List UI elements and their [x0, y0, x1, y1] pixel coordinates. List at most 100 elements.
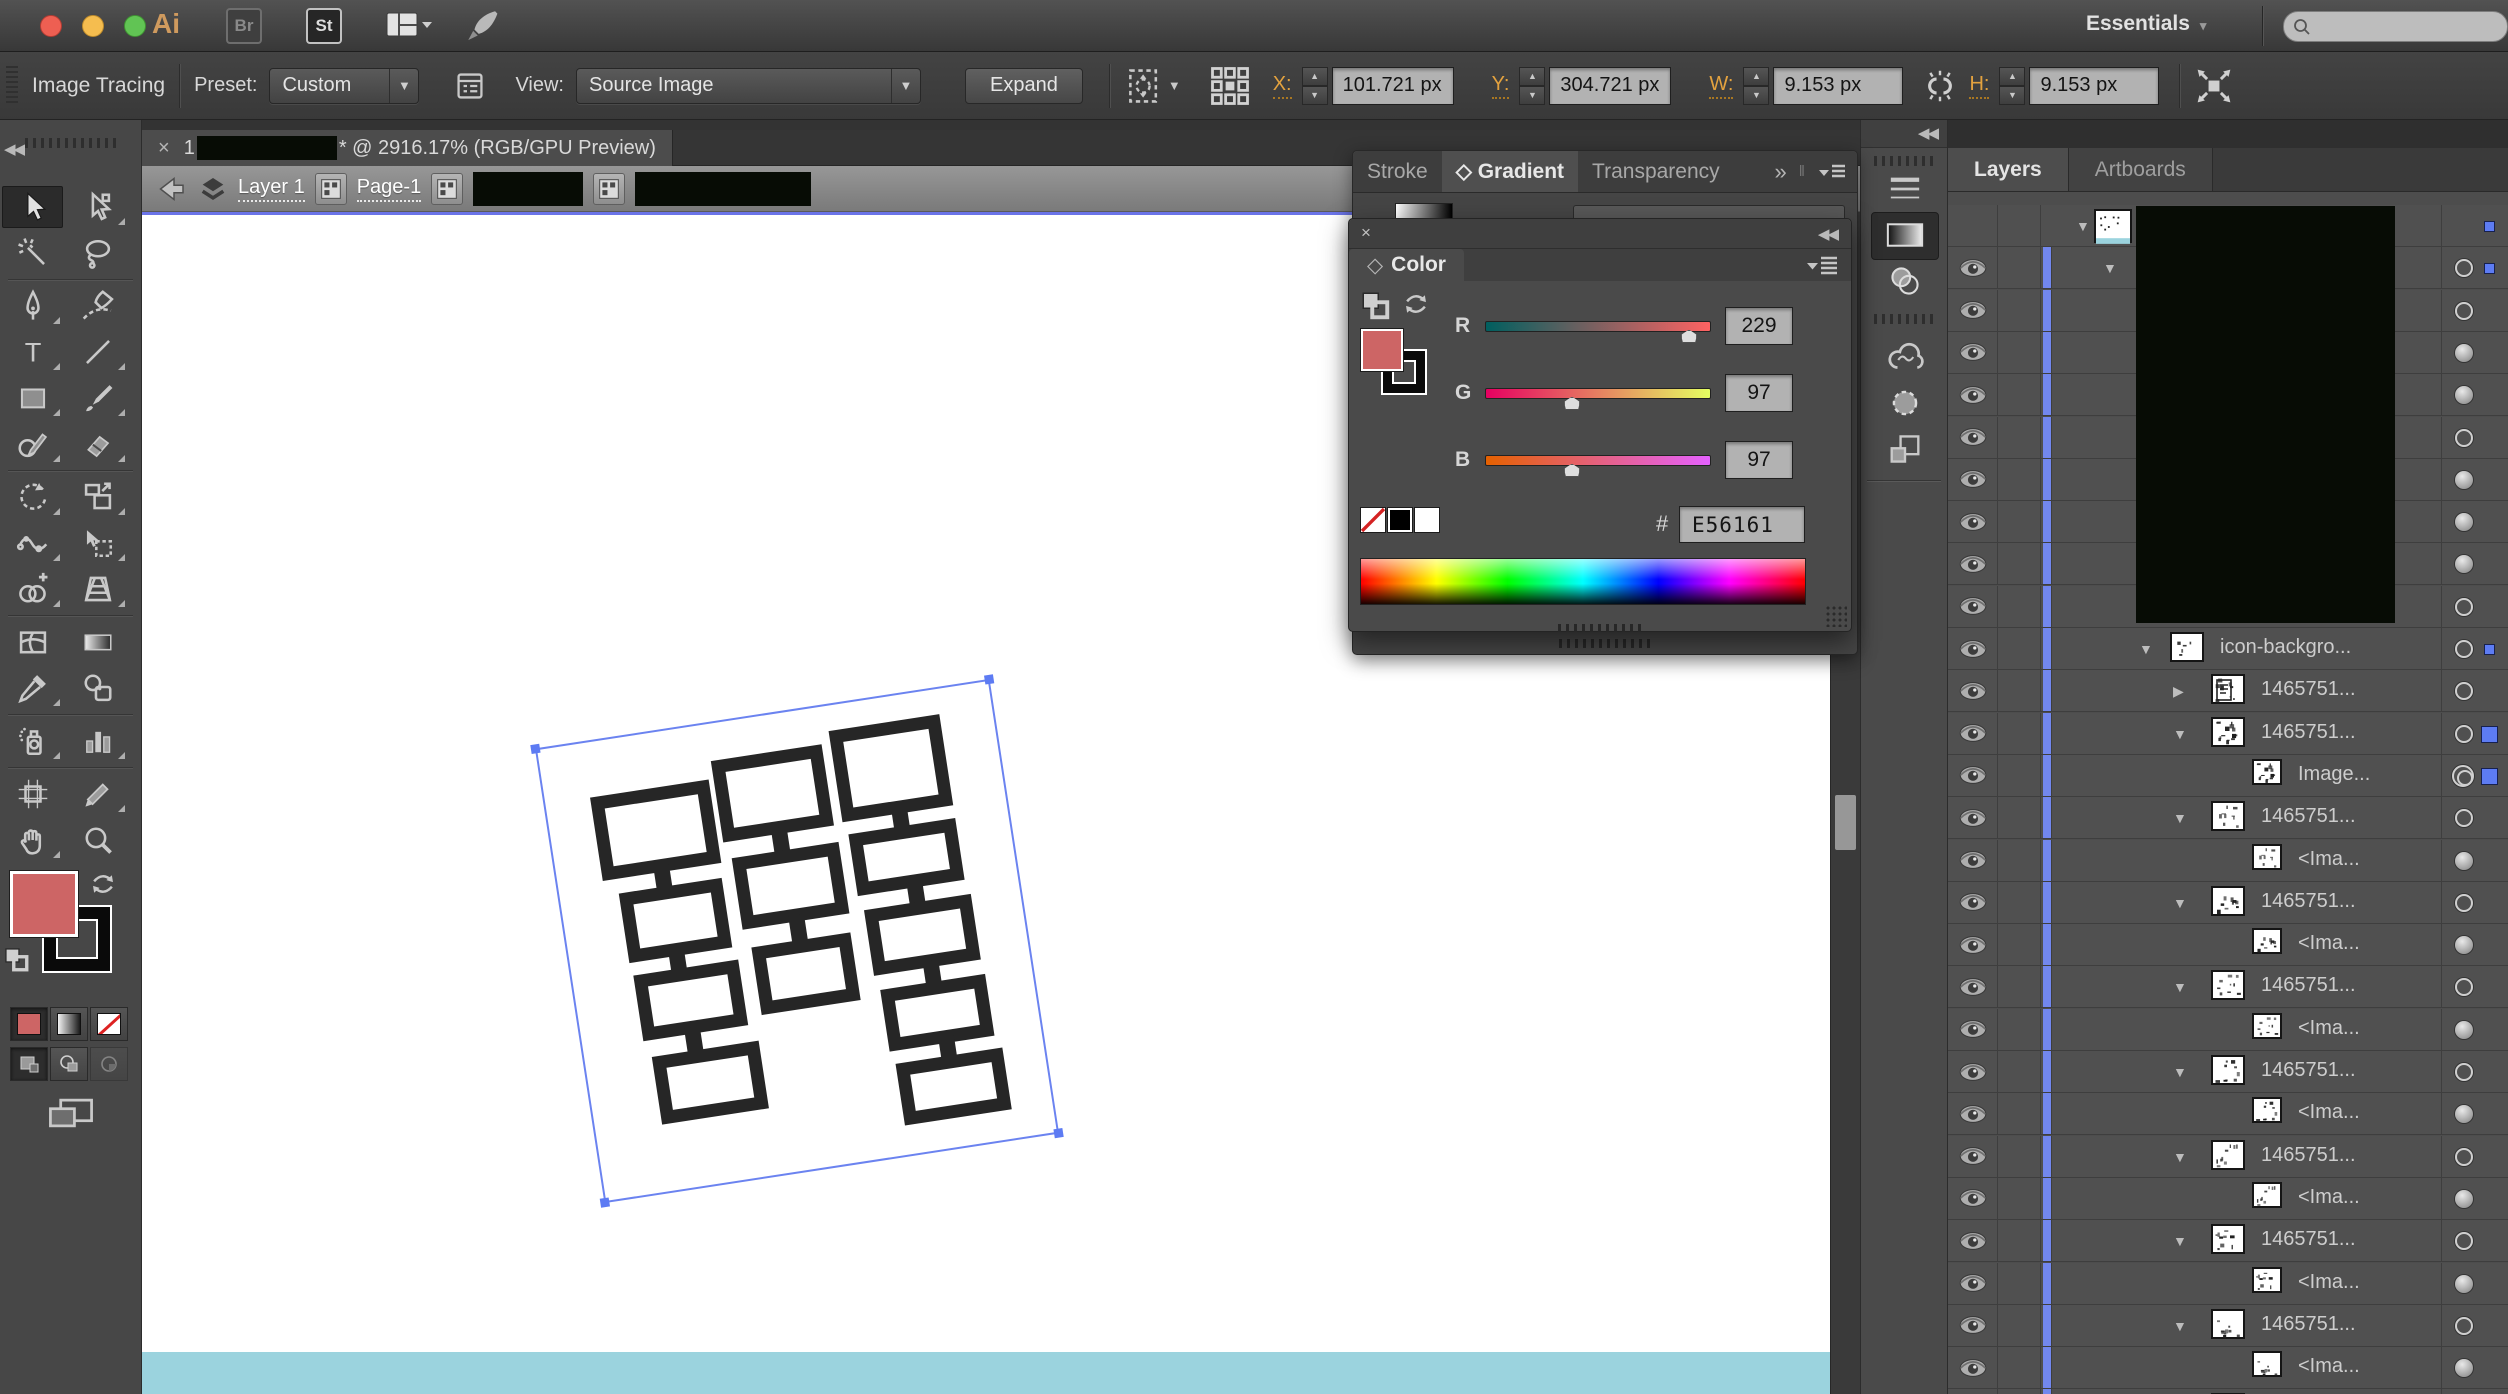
lock-cell[interactable]: [1998, 1220, 2041, 1262]
link-dimensions-icon[interactable]: [1921, 67, 1959, 105]
draw-normal-button[interactable]: [10, 1047, 48, 1081]
white-swatch[interactable]: [1414, 507, 1440, 533]
visibility-cell[interactable]: [1948, 416, 1998, 458]
reference-point-locator[interactable]: [1209, 65, 1251, 107]
eye-icon[interactable]: [1958, 764, 1988, 786]
lock-cell[interactable]: [1998, 1262, 2041, 1304]
visibility-cell[interactable]: [1948, 331, 1998, 373]
lock-cell[interactable]: [1998, 374, 2041, 416]
selection-handle[interactable]: [984, 674, 995, 685]
layer-thumbnail[interactable]: [2252, 843, 2282, 870]
eye-icon[interactable]: [1958, 341, 1988, 363]
y-stepper[interactable]: ▲ ▼: [1519, 66, 1546, 105]
channel-slider[interactable]: [1485, 454, 1711, 477]
channel-value-field[interactable]: 97: [1725, 441, 1793, 479]
rectangle-tool[interactable]: [0, 375, 65, 421]
panel-resize-grip[interactable]: [1825, 605, 1847, 627]
back-arrow-icon[interactable]: [154, 174, 188, 204]
layer-name[interactable]: <Ima...: [2298, 1271, 2360, 1294]
visibility-cell[interactable]: [1948, 924, 1998, 966]
channel-value-field[interactable]: 97: [1725, 374, 1793, 412]
scale-tool[interactable]: [65, 474, 130, 520]
layer-name[interactable]: 1465751...: [2261, 721, 2356, 744]
layer-row[interactable]: ▼1465751...: [1948, 1389, 2508, 1394]
w-stepper[interactable]: ▲ ▼: [1743, 66, 1770, 105]
eye-icon[interactable]: [1958, 257, 1988, 279]
layer-name[interactable]: 1465751...: [2261, 890, 2356, 913]
panel-grip[interactable]: [24, 138, 117, 148]
shape-builder-tool[interactable]: [0, 566, 65, 612]
selected-artwork-bounding-box[interactable]: [530, 674, 1064, 1208]
breadcrumb-page[interactable]: Page-1: [356, 176, 422, 202]
eye-icon[interactable]: [1958, 891, 1988, 913]
layer-name[interactable]: 1465751...: [2261, 678, 2356, 701]
tab-stroke[interactable]: Stroke: [1353, 151, 1442, 192]
layer-thumbnail[interactable]: [2211, 1224, 2245, 1255]
shaper-tool[interactable]: [0, 421, 65, 467]
channel-slider[interactable]: [1485, 387, 1711, 410]
lasso-tool[interactable]: [65, 230, 130, 276]
eye-icon[interactable]: [1958, 1018, 1988, 1040]
target-icon[interactable]: [2455, 1232, 2473, 1251]
lock-cell[interactable]: [1998, 1389, 2041, 1394]
fill-swatch[interactable]: [10, 871, 78, 937]
target-appearance-icon[interactable]: [2455, 513, 2473, 532]
expander-open-icon[interactable]: ▼: [2173, 1233, 2187, 1249]
target-icon[interactable]: [2455, 301, 2473, 320]
mesh-tool[interactable]: [0, 619, 65, 665]
slice-tool[interactable]: [65, 771, 130, 817]
target-icon[interactable]: [2455, 682, 2473, 701]
expander-closed-icon[interactable]: ▶: [2173, 683, 2184, 700]
selection-indicator[interactable]: [2481, 767, 2498, 785]
tab-color[interactable]: ◇ Color: [1349, 249, 1464, 281]
layer-row[interactable]: <Ima...: [1948, 1093, 2508, 1136]
eye-icon[interactable]: [1958, 1357, 1988, 1379]
layer-thumbnail[interactable]: [2211, 801, 2245, 832]
lock-cell[interactable]: [1998, 1008, 2041, 1050]
layer-row[interactable]: ▼1465751...: [1948, 1051, 2508, 1093]
h-stepper[interactable]: ▲ ▼: [1999, 66, 2026, 105]
visibility-cell[interactable]: [1948, 501, 1998, 543]
draw-inside-button[interactable]: [90, 1047, 128, 1081]
layer-name[interactable]: 1465751...: [2261, 1059, 2356, 1082]
expander-open-icon[interactable]: ▼: [2139, 641, 2153, 657]
eye-icon[interactable]: [1958, 1145, 1988, 1167]
visibility-cell[interactable]: [1948, 881, 1998, 923]
visibility-cell[interactable]: [1948, 670, 1998, 712]
transform-bounding-icon[interactable]: [2194, 66, 2234, 106]
target-icon[interactable]: [2455, 1063, 2473, 1081]
target-appearance-icon[interactable]: [2455, 1105, 2473, 1124]
share-rocket-icon[interactable]: [462, 8, 502, 44]
expand-button[interactable]: Expand: [964, 67, 1083, 104]
visibility-cell[interactable]: [1948, 1347, 1998, 1389]
eye-icon[interactable]: [1958, 680, 1988, 702]
target-icon[interactable]: [2455, 428, 2473, 447]
eye-icon[interactable]: [1958, 1272, 1988, 1294]
layer-name[interactable]: <Ima...: [2298, 1017, 2360, 1040]
lock-cell[interactable]: [1998, 416, 2041, 458]
selection-handle[interactable]: [599, 1197, 610, 1208]
document-tab[interactable]: × 1 * @ 2916.17% (RGB/GPU Preview): [142, 130, 673, 166]
expander-open-icon[interactable]: ▼: [2173, 810, 2187, 826]
visibility-cell[interactable]: [1948, 205, 1998, 246]
paintbrush-tool[interactable]: [65, 375, 130, 421]
minimize-window-button[interactable]: [82, 15, 104, 37]
visibility-cell[interactable]: [1948, 247, 1998, 289]
layer-row[interactable]: ▼1465751...: [1948, 1220, 2508, 1263]
cc-libraries-panel-icon[interactable]: [1861, 334, 1949, 380]
magic-wand-tool[interactable]: [0, 230, 65, 276]
eyedropper-tool[interactable]: [0, 665, 65, 711]
zoom-window-button[interactable]: [124, 15, 146, 37]
layer-row[interactable]: ▼1465751...: [1948, 966, 2508, 1009]
visibility-cell[interactable]: [1948, 1262, 1998, 1304]
artboards-panel-icon[interactable]: [1861, 426, 1949, 472]
channel-slider[interactable]: [1485, 320, 1711, 343]
eye-icon[interactable]: [1958, 511, 1988, 533]
layer-thumbnail[interactable]: [2252, 1012, 2282, 1039]
close-tab-icon[interactable]: ×: [158, 137, 170, 160]
lock-cell[interactable]: [1998, 797, 2041, 839]
preset-dropdown[interactable]: Custom ▼: [269, 67, 420, 104]
layer-thumbnail[interactable]: [2252, 1097, 2282, 1124]
eye-icon[interactable]: [1958, 1187, 1988, 1209]
swap-fill-stroke-icon[interactable]: [88, 871, 118, 897]
